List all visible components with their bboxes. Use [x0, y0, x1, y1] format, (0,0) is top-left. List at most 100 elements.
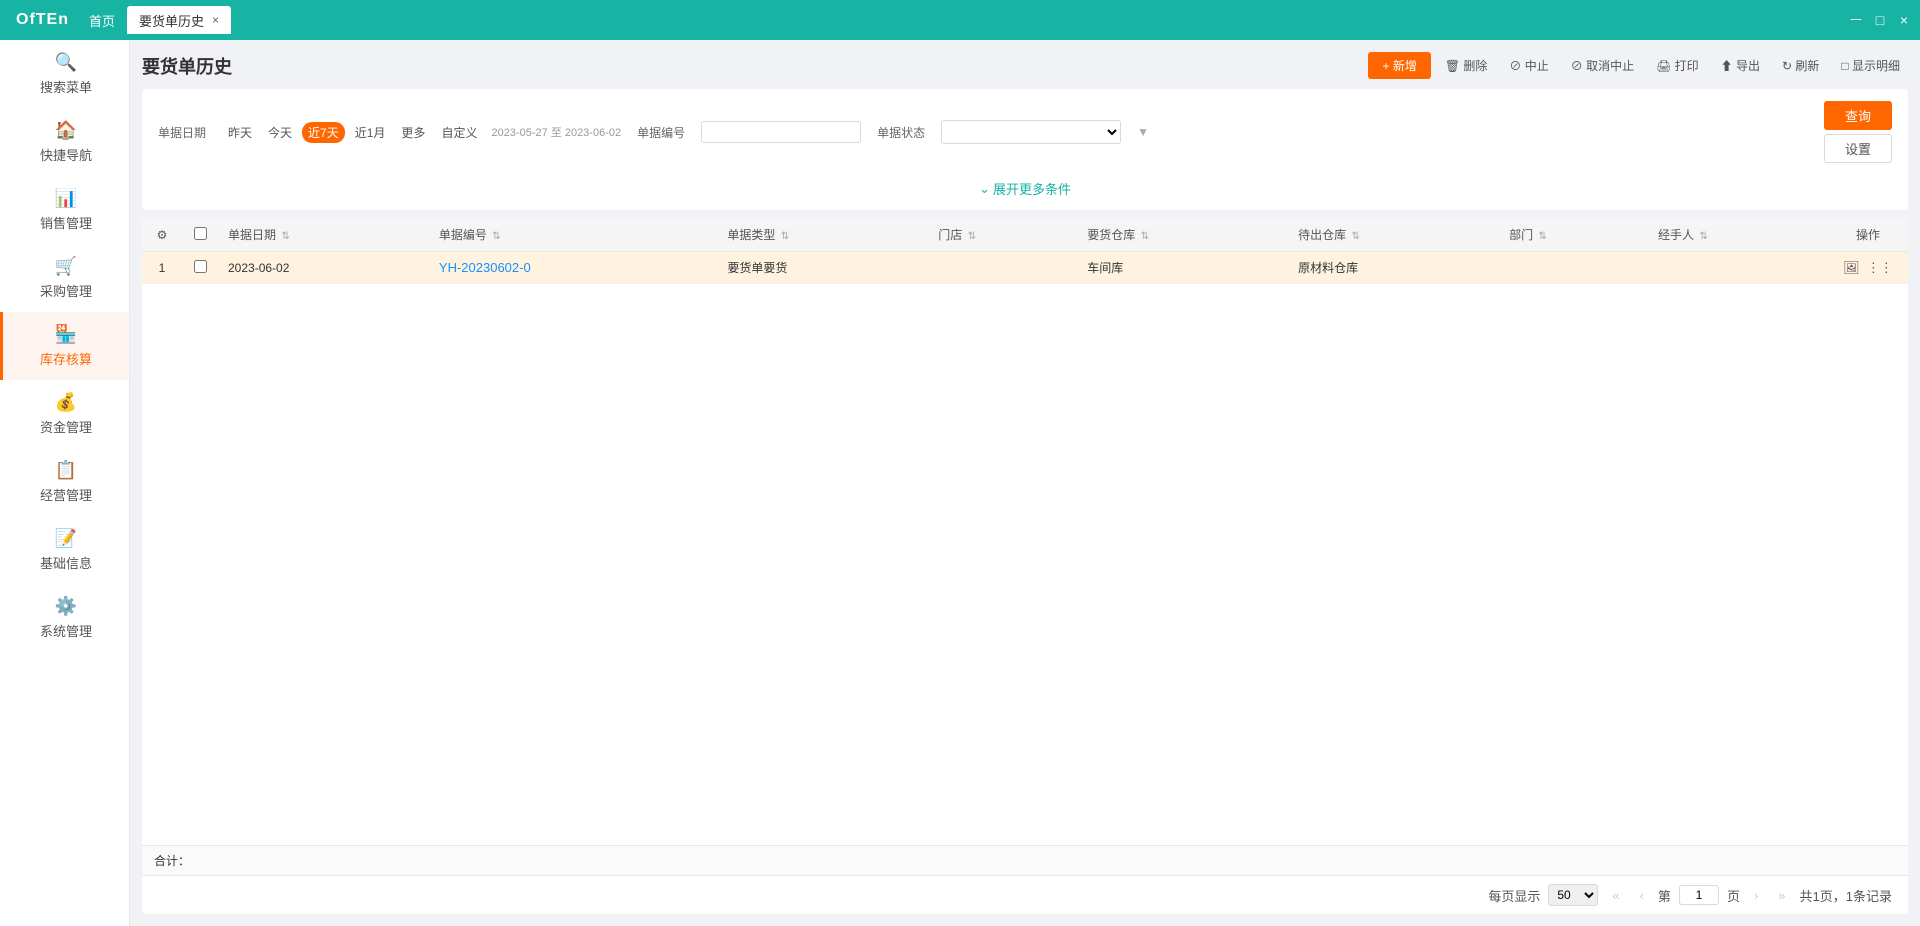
- export-button[interactable]: ⬆ 导出: [1713, 53, 1768, 78]
- sidebar-item-search-menu-label: 搜索菜单: [40, 77, 92, 96]
- sidebar-item-search-menu[interactable]: 🔍 搜索菜单: [0, 40, 129, 108]
- next-page-button[interactable]: ›: [1748, 886, 1764, 905]
- stop-button[interactable]: ⊘ 中止: [1501, 53, 1556, 78]
- col-store[interactable]: 门店 ⇅: [928, 218, 1077, 252]
- purchase-icon: 🛒: [55, 256, 77, 277]
- date-btn-custom[interactable]: 自定义: [435, 122, 483, 143]
- tab-home[interactable]: 首页: [77, 6, 127, 34]
- sidebar-item-operation-label: 经营管理: [40, 485, 92, 504]
- page-number-input[interactable]: [1679, 885, 1719, 905]
- sidebar-item-purchase[interactable]: 🛒 采购管理: [0, 244, 129, 312]
- sidebar-item-inventory-label: 库存核算: [40, 349, 92, 368]
- date-btn-1month[interactable]: 近1月: [349, 122, 392, 143]
- sort-req-warehouse-icon: ⇅: [1141, 231, 1149, 242]
- top-bar: OfTEn 首页 要货单历史 × － □ ×: [0, 0, 1920, 40]
- query-button[interactable]: 查询: [1824, 101, 1892, 130]
- row-bill-date: 2023-06-02: [218, 252, 429, 284]
- content-area: 要货单历史 + 新增 🗑 删除 ⊘ 中止 ⊘ 取消中止 🖨 打印 ⬆ 导出 ↻ …: [130, 40, 1920, 926]
- tab-order-history[interactable]: 要货单历史 ×: [127, 6, 231, 34]
- page-jump-label: 第: [1658, 886, 1671, 905]
- sort-bill-date-icon: ⇅: [281, 231, 289, 242]
- row-checkbox[interactable]: [194, 260, 207, 273]
- sidebar-item-system[interactable]: ⚙️ 系统管理: [0, 584, 129, 652]
- operation-icon: 📋: [55, 460, 77, 481]
- sidebar-item-operation[interactable]: 📋 经营管理: [0, 448, 129, 516]
- col-bill-type[interactable]: 单据类型 ⇅: [717, 218, 928, 252]
- status-select[interactable]: [941, 120, 1121, 144]
- tab-close-icon[interactable]: ×: [212, 13, 219, 27]
- col-checkbox[interactable]: [182, 218, 218, 252]
- finance-icon: 💰: [55, 392, 77, 413]
- expand-filter-label: 展开更多条件: [993, 179, 1071, 198]
- col-bill-date[interactable]: 单据日期 ⇅: [218, 218, 429, 252]
- search-menu-icon: 🔍: [55, 52, 77, 73]
- sidebar-item-quick-nav[interactable]: 🏠 快捷导航: [0, 108, 129, 176]
- date-btn-yesterday[interactable]: 昨天: [222, 122, 258, 143]
- filter-row: 单据日期 昨天 今天 近7天 近1月 更多 自定义 2023-05-27 至 2…: [158, 101, 1892, 163]
- maximize-button[interactable]: □: [1872, 12, 1888, 28]
- data-table: ⚙ 单据日期 ⇅ 单据编号 ⇅ 单据类型 ⇅ 门店 ⇅ 要货仓库 ⇅ 待出仓库 …: [142, 218, 1908, 284]
- new-button[interactable]: + 新增: [1368, 52, 1430, 79]
- prev-page-button[interactable]: ‹: [1634, 886, 1650, 905]
- filter-panel: 单据日期 昨天 今天 近7天 近1月 更多 自定义 2023-05-27 至 2…: [142, 89, 1908, 210]
- filter-settings-button[interactable]: 设置: [1824, 134, 1892, 163]
- minimize-button[interactable]: －: [1848, 12, 1864, 28]
- sidebar-item-finance-label: 资金管理: [40, 417, 92, 436]
- row-view-button[interactable]: 🖼: [1843, 260, 1860, 275]
- col-handler[interactable]: 经手人 ⇅: [1648, 218, 1828, 252]
- summary-label: 合计：: [154, 852, 190, 869]
- show-detail-button[interactable]: □ 显示明细: [1833, 53, 1908, 78]
- sidebar-item-finance[interactable]: 💰 资金管理: [0, 380, 129, 448]
- sort-handler-icon: ⇅: [1699, 231, 1707, 242]
- date-range-display: 2023-05-27 至 2023-06-02: [491, 124, 621, 140]
- sort-bill-type-icon: ⇅: [781, 231, 789, 242]
- expand-filter-button[interactable]: ⌄ 展开更多条件: [979, 179, 1071, 198]
- col-operation: 操作: [1828, 218, 1908, 252]
- per-page-select[interactable]: 10 20 50 100: [1548, 884, 1598, 906]
- inventory-icon: 🏪: [55, 324, 77, 345]
- delete-button[interactable]: 🗑 删除: [1437, 53, 1496, 78]
- date-filter-label: 单据日期: [158, 124, 206, 141]
- row-bill-no: YH-20230602-0: [429, 252, 717, 284]
- filter-actions: 查询 设置: [1824, 101, 1892, 163]
- date-btn-7days[interactable]: 近7天: [302, 122, 345, 143]
- print-button[interactable]: 🖨 打印: [1648, 53, 1707, 78]
- col-settings[interactable]: ⚙: [142, 218, 182, 252]
- sort-pending-warehouse-icon: ⇅: [1352, 231, 1360, 242]
- last-page-button[interactable]: »: [1772, 886, 1791, 905]
- select-all-checkbox[interactable]: [194, 227, 207, 240]
- sidebar-item-sales[interactable]: 📊 销售管理: [0, 176, 129, 244]
- bill-no-link[interactable]: YH-20230602-0: [439, 260, 531, 275]
- page-title: 要货单历史: [142, 53, 232, 79]
- sidebar-item-base-info[interactable]: 📝 基础信息: [0, 516, 129, 584]
- pagination-bar: 每页显示 10 20 50 100 « ‹ 第 页 › » 共1页，1条记录: [142, 875, 1908, 914]
- refresh-button[interactable]: ↻ 刷新: [1774, 53, 1827, 78]
- table-footer: 合计：: [142, 845, 1908, 875]
- first-page-button[interactable]: «: [1606, 886, 1625, 905]
- sidebar: 🔍 搜索菜单 🏠 快捷导航 📊 销售管理 🛒 采购管理 🏪 库存核算 💰 资金管…: [0, 40, 130, 926]
- sidebar-item-system-label: 系统管理: [40, 621, 92, 640]
- window-close-button[interactable]: ×: [1896, 12, 1912, 28]
- sidebar-item-inventory[interactable]: 🏪 库存核算: [0, 312, 129, 380]
- row-more-button[interactable]: ⋮⋮: [1867, 260, 1893, 275]
- col-req-warehouse[interactable]: 要货仓库 ⇅: [1077, 218, 1288, 252]
- brand-logo: OfTEn: [8, 11, 77, 29]
- date-btn-today[interactable]: 今天: [262, 122, 298, 143]
- col-pending-warehouse[interactable]: 待出仓库 ⇅: [1288, 218, 1499, 252]
- row-ops: 🖼 ⋮⋮: [1828, 252, 1908, 284]
- table-row: 1 2023-06-02 YH-20230602-0 要货单要货 车间库 原材料…: [142, 252, 1908, 284]
- row-num: 1: [142, 252, 182, 284]
- bill-no-input[interactable]: [701, 121, 861, 143]
- per-page-label: 每页显示: [1488, 886, 1540, 905]
- col-bill-no[interactable]: 单据编号 ⇅: [429, 218, 717, 252]
- sort-department-icon: ⇅: [1538, 231, 1546, 242]
- col-department[interactable]: 部门 ⇅: [1499, 218, 1648, 252]
- window-controls: － □ ×: [1848, 12, 1912, 28]
- date-btn-more[interactable]: 更多: [395, 122, 431, 143]
- row-pending-warehouse: 原材料仓库: [1288, 252, 1499, 284]
- cancel-stop-button[interactable]: ⊘ 取消中止: [1563, 53, 1642, 78]
- system-icon: ⚙️: [55, 596, 77, 617]
- expand-down-icon: ⌄: [979, 181, 990, 197]
- sidebar-item-purchase-label: 采购管理: [40, 281, 92, 300]
- row-checkbox-cell[interactable]: [182, 252, 218, 284]
